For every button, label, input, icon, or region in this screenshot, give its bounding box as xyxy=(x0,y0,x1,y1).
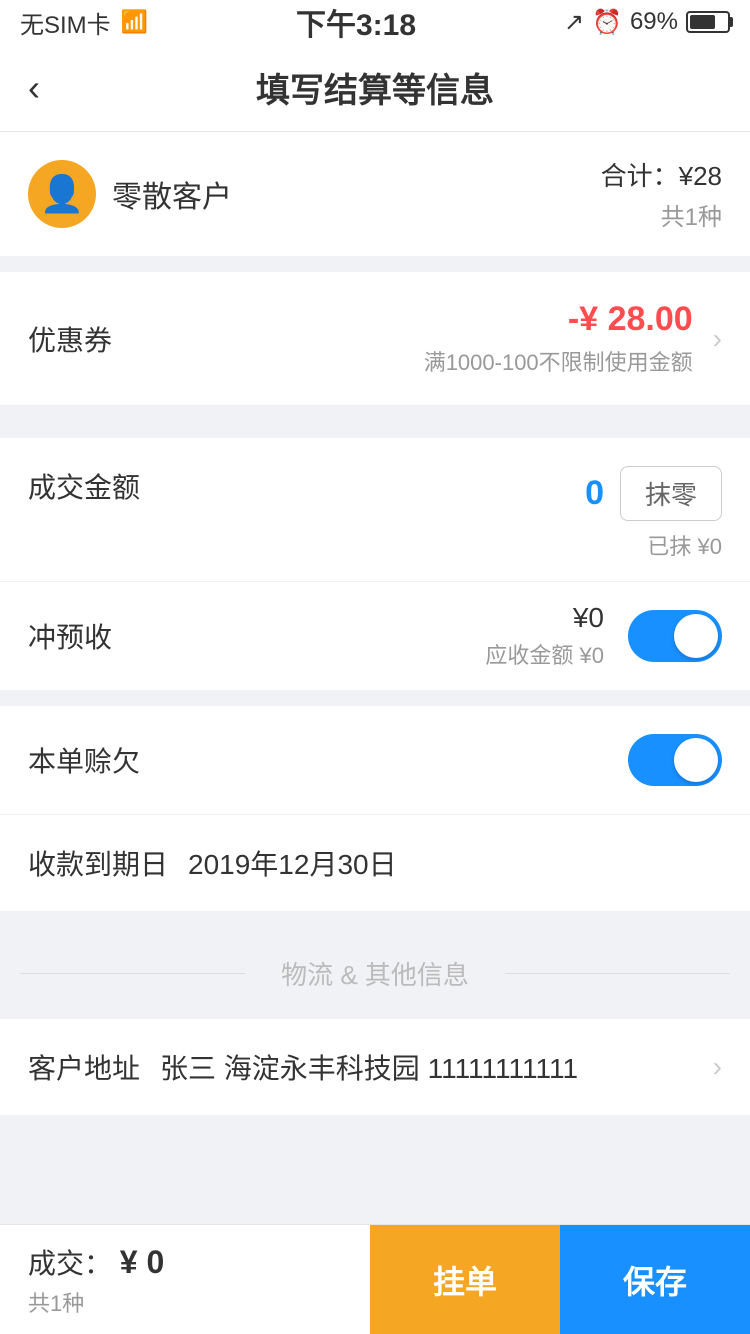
debt-row: 本单赊欠 xyxy=(0,706,750,814)
logistics-label: 物流 & 其他信息 xyxy=(281,955,469,992)
main-content: 👤 零散客户 合计：¥28 共1种 优惠券 -¥ 28.00 满1000-100… xyxy=(0,132,750,1251)
logistics-divider: 物流 & 其他信息 xyxy=(0,943,750,1003)
amount-sub-text: 已抹 ¥0 xyxy=(0,529,750,581)
battery-text: 69% xyxy=(630,8,678,36)
prereceive-sub: 应收金额 ¥0 xyxy=(485,638,604,670)
customer-name: 零散客户 xyxy=(112,172,232,216)
prereceive-amount: ¥0 xyxy=(485,602,604,634)
customer-right: 合计：¥28 共1种 xyxy=(601,156,722,232)
avatar-icon: 👤 xyxy=(40,173,85,215)
bottom-deal-row: 成交： ¥ 0 xyxy=(28,1242,342,1282)
debt-toggle[interactable] xyxy=(628,734,722,786)
address-value: 张三 海淀永丰科技园 11111111111 xyxy=(160,1047,713,1087)
duedate-row: 收款到期日 2019年12月30日 xyxy=(0,814,750,911)
address-section: 客户地址 张三 海淀永丰科技园 11111111111 › xyxy=(0,1019,750,1115)
battery-fill xyxy=(690,15,715,29)
bottom-info: 成交： ¥ 0 共1种 xyxy=(0,1242,370,1318)
round-button[interactable]: 抹零 xyxy=(620,466,722,521)
status-left: 无SIM卡 📶 xyxy=(20,5,148,40)
amount-row: 成交金额 0 抹零 xyxy=(0,438,750,529)
coupon-amount: -¥ 28.00 xyxy=(424,300,693,339)
divider-2 xyxy=(0,690,750,706)
back-button[interactable]: ‹ xyxy=(28,67,40,109)
hold-button[interactable]: 挂单 xyxy=(370,1225,560,1334)
amount-right-group: 0 抹零 xyxy=(585,466,722,521)
divider-3 xyxy=(0,927,750,943)
amount-label: 成交金额 xyxy=(28,466,140,506)
amount-value: 0 xyxy=(585,474,604,513)
address-chevron: › xyxy=(713,1051,722,1083)
battery-icon xyxy=(686,11,730,33)
debt-label: 本单赊欠 xyxy=(28,740,140,780)
divider-4 xyxy=(0,1003,750,1019)
status-bar: 无SIM卡 📶 下午3:18 ↗ ⏰ 69% xyxy=(0,0,750,44)
coupon-label: 优惠券 xyxy=(28,319,112,359)
divider-line-right xyxy=(505,973,730,974)
alarm-icon: ⏰ xyxy=(592,8,622,37)
prereceive-right: ¥0 应收金额 ¥0 xyxy=(485,602,722,670)
bottom-count: 共1种 xyxy=(28,1286,342,1318)
prereceive-row: 冲预收 ¥0 应收金额 ¥0 xyxy=(0,581,750,690)
status-right: ↗ ⏰ 69% xyxy=(564,8,730,37)
divider-1 xyxy=(0,422,750,438)
coupon-row[interactable]: 优惠券 -¥ 28.00 满1000-100不限制使用金额 › xyxy=(0,272,750,406)
bottom-deal-label: 成交： xyxy=(28,1248,112,1279)
nav-bar: ‹ 填写结算等信息 xyxy=(0,44,750,132)
address-label: 客户地址 xyxy=(28,1047,140,1087)
duedate-value: 2019年12月30日 xyxy=(188,843,397,883)
customer-row: 👤 零散客户 合计：¥28 共1种 xyxy=(0,132,750,256)
bottom-deal-amount: ¥ 0 xyxy=(120,1244,164,1280)
location-icon: ↗ xyxy=(564,8,584,37)
customer-left: 👤 零散客户 xyxy=(28,160,232,228)
carrier-text: 无SIM卡 xyxy=(20,5,111,40)
save-button[interactable]: 保存 xyxy=(560,1225,750,1334)
prereceive-toggle[interactable] xyxy=(628,610,722,662)
duedate-label: 收款到期日 xyxy=(28,843,168,883)
bottom-bar: 成交： ¥ 0 共1种 挂单 保存 xyxy=(0,1224,750,1334)
total-count: 共1种 xyxy=(601,197,722,232)
amount-section: 成交金额 0 抹零 已抹 ¥0 xyxy=(0,438,750,581)
wifi-icon: 📶 xyxy=(121,9,148,35)
avatar: 👤 xyxy=(28,160,96,228)
total-label: 合计：¥28 xyxy=(601,156,722,193)
divider-line-left xyxy=(20,973,245,974)
prereceive-label: 冲预收 xyxy=(28,616,112,656)
coupon-right-group: -¥ 28.00 满1000-100不限制使用金额 › xyxy=(424,300,722,377)
address-row[interactable]: 客户地址 张三 海淀永丰科技园 11111111111 › xyxy=(0,1019,750,1115)
coupon-info: -¥ 28.00 满1000-100不限制使用金额 xyxy=(424,300,693,377)
page-title: 填写结算等信息 xyxy=(256,63,494,112)
coupon-desc: 满1000-100不限制使用金额 xyxy=(424,345,693,377)
status-time: 下午3:18 xyxy=(296,0,416,44)
debt-section: 本单赊欠 收款到期日 2019年12月30日 xyxy=(0,706,750,911)
coupon-chevron: › xyxy=(713,323,722,355)
coupon-section: 优惠券 -¥ 28.00 满1000-100不限制使用金额 › xyxy=(0,272,750,406)
prereceive-info: ¥0 应收金额 ¥0 xyxy=(485,602,604,670)
